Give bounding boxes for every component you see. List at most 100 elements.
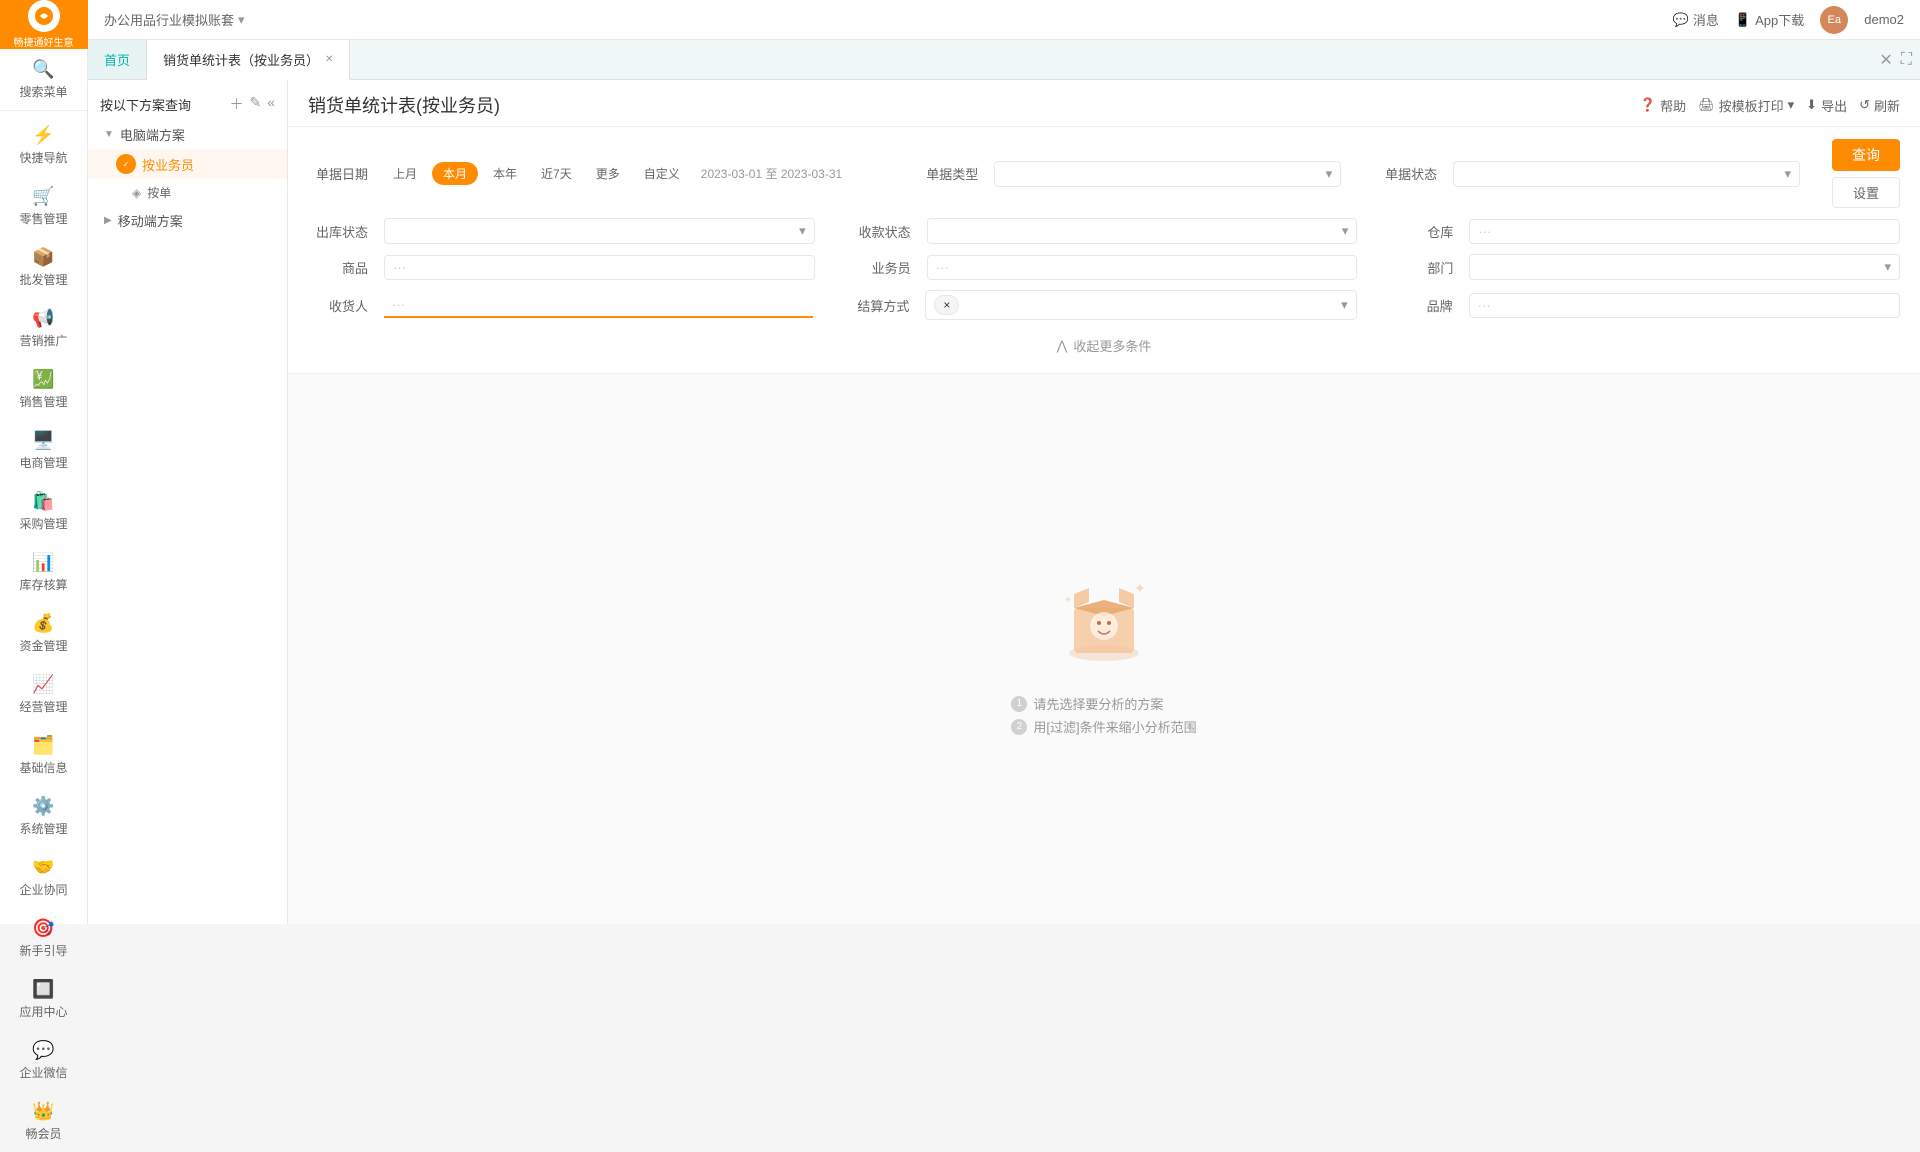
sidebar-item-operations[interactable]: 📈 经营管理 <box>0 664 88 725</box>
sidebar-item-basic[interactable]: 🗂️ 基础信息 <box>0 725 88 786</box>
filter-row-1: 单据日期 上月 本月 本年 近7天 更多 自定义 2023-03-01 至 20… <box>308 139 1900 208</box>
tip-num-1: 1 <box>1011 696 1027 712</box>
consignee-input[interactable]: ··· <box>384 293 813 318</box>
goods-dots: ··· <box>393 260 406 275</box>
tab-sales-stats[interactable]: 销货单统计表（按业务员） ✕ <box>147 40 350 80</box>
tip-num-2: 2 <box>1011 719 1027 735</box>
voucher-type-label: 单据类型 <box>918 164 978 183</box>
tab-close-all-btn[interactable]: ✕ <box>1879 50 1892 70</box>
tree-item-by-salesman[interactable]: ✓ 按业务员 <box>88 149 287 179</box>
tree-pc-scheme[interactable]: ▼ 电脑端方案 <box>88 120 287 149</box>
sidebar-item-wholesale[interactable]: 📦 批发管理 <box>0 237 88 298</box>
message-btn[interactable]: 💬 消息 <box>1673 10 1719 29</box>
quicknav-icon: ⚡ <box>32 125 54 146</box>
sidebar-item-system[interactable]: ⚙️ 系统管理 <box>0 786 88 847</box>
brand-label: 品牌 <box>1393 296 1453 315</box>
sidebar-item-newbie[interactable]: 🎯 新手引导 <box>0 908 88 969</box>
settings-button[interactable]: 设置 <box>1832 177 1900 208</box>
mobile-scheme-label: 移动端方案 <box>118 211 183 230</box>
avatar[interactable]: Ea <box>1820 6 1848 34</box>
voucher-type-arrow: ▾ <box>1326 166 1333 182</box>
home-tab-label: 首页 <box>104 50 130 69</box>
date-btn-last-month[interactable]: 上月 <box>384 162 426 185</box>
sidebar-item-wechat[interactable]: 💬 企业微信 <box>0 1030 88 1091</box>
settlement-tag: × <box>934 295 959 315</box>
filter-row-4: 收货人 ··· 结算方式 × ▾ 品牌 ··· <box>308 290 1900 320</box>
ecommerce-icon: 🖥️ <box>32 430 54 451</box>
sidebar-item-search[interactable]: 🔍 搜索菜单 <box>0 49 87 111</box>
tab-home[interactable]: 首页 <box>88 40 147 79</box>
payment-status-select[interactable]: ▾ <box>927 218 1358 244</box>
company-dropdown-icon[interactable]: ▾ <box>238 12 245 28</box>
sidebar-item-retail[interactable]: 🛒 零售管理 <box>0 176 88 237</box>
filter-row-2: 出库状态 ▾ 收款状态 ▾ 仓库 ··· <box>308 218 1900 244</box>
salesman-select[interactable]: ··· <box>927 255 1358 280</box>
date-btn-7days[interactable]: 近7天 <box>532 162 581 185</box>
operations-icon: 📈 <box>32 674 54 695</box>
wholesale-icon: 📦 <box>32 247 54 268</box>
tree-item-by-order[interactable]: ◈ 按单 <box>88 179 287 206</box>
tab-fullscreen-btn[interactable]: ⛶ <box>1901 51 1912 69</box>
warehouse-select[interactable]: ··· <box>1469 219 1900 244</box>
sidebar-item-sales[interactable]: 💹 销售管理 <box>0 359 88 420</box>
voucher-status-select[interactable]: ▾ <box>1453 161 1800 187</box>
message-icon: 💬 <box>1673 12 1689 28</box>
edit-scheme-btn[interactable]: ✎ <box>249 94 261 114</box>
date-btn-custom[interactable]: 自定义 <box>635 162 689 185</box>
goods-select[interactable]: ··· <box>384 255 815 280</box>
left-panel-header: 按以下方案查询 ＋ ✎ « <box>88 88 287 120</box>
system-icon: ⚙️ <box>32 796 54 817</box>
tree-mobile-scheme[interactable]: ▶ 移动端方案 <box>88 206 287 235</box>
print-dropdown-icon: ▾ <box>1788 97 1795 113</box>
filter-date-group: 上月 本月 本年 近7天 更多 自定义 2023-03-01 至 2023-03… <box>384 162 842 185</box>
refresh-btn[interactable]: ↺ 刷新 <box>1859 96 1900 115</box>
search-label: 搜索菜单 <box>19 83 67 100</box>
tab-close-btn[interactable]: ✕ <box>325 54 333 65</box>
sidebar-item-apps[interactable]: 🔲 应用中心 <box>0 969 88 1030</box>
empty-tip-1: 1 请先选择要分析的方案 <box>1011 694 1196 713</box>
left-panel: 按以下方案查询 ＋ ✎ « ▼ 电脑端方案 ✓ 按业务员 <box>88 80 288 924</box>
sales-icon: 💹 <box>32 369 54 390</box>
template-print-btn[interactable]: 🖨 按模板打印 ▾ <box>1698 96 1794 115</box>
logo-text: 畅捷通好生意 <box>14 34 74 49</box>
filter-area: 单据日期 上月 本月 本年 近7天 更多 自定义 2023-03-01 至 20… <box>288 127 1920 374</box>
query-button[interactable]: 查询 <box>1832 139 1900 171</box>
sidebar-item-purchase[interactable]: 🛍️ 采购管理 <box>0 481 88 542</box>
app-download-btn[interactable]: 📱 App下载 <box>1735 10 1804 29</box>
department-select[interactable]: ▾ <box>1469 254 1900 280</box>
add-scheme-btn[interactable]: ＋ <box>229 94 243 114</box>
page-header: 销货单统计表(按业务员) ❓ 帮助 🖨 按模板打印 ▾ ⬇ 导出 <box>288 80 1920 127</box>
export-btn[interactable]: ⬇ 导出 <box>1806 96 1847 115</box>
date-btn-this-year[interactable]: 本年 <box>484 162 526 185</box>
content-area: 按以下方案查询 ＋ ✎ « ▼ 电脑端方案 ✓ 按业务员 <box>88 80 1920 924</box>
sidebar-item-enterprise[interactable]: 🤝 企业协同 <box>0 847 88 908</box>
sidebar-item-inventory[interactable]: 📊 库存核算 <box>0 542 88 603</box>
settlement-label: 结算方式 <box>849 296 909 315</box>
sidebar-item-marketing[interactable]: 📢 营销推广 <box>0 298 88 359</box>
voucher-status-label: 单据状态 <box>1377 164 1437 183</box>
date-btn-this-month[interactable]: 本月 <box>432 162 478 185</box>
sidebar-item-finance[interactable]: 💰 资金管理 <box>0 603 88 664</box>
help-btn[interactable]: ❓ 帮助 <box>1640 96 1686 115</box>
sidebar-item-member[interactable]: 👑 畅会员 <box>0 1091 88 1152</box>
left-panel-actions: ＋ ✎ « <box>229 94 275 114</box>
help-label: 帮助 <box>1660 96 1686 115</box>
brand-select[interactable]: ··· <box>1469 293 1900 318</box>
sidebar-item-ecommerce[interactable]: 🖥️ 电商管理 <box>0 420 88 481</box>
collapse-btn[interactable]: ⋀ 收起更多条件 <box>308 330 1900 361</box>
out-status-select[interactable]: ▾ <box>384 218 815 244</box>
search-icon: 🔍 <box>32 59 54 80</box>
collapse-panel-btn[interactable]: « <box>267 94 275 114</box>
marketing-icon: 📢 <box>32 308 54 329</box>
sidebar-item-quicknav[interactable]: ⚡ 快捷导航 <box>0 115 88 176</box>
out-status-label: 出库状态 <box>308 222 368 241</box>
date-btn-more[interactable]: 更多 <box>587 162 629 185</box>
tip-text-1: 请先选择要分析的方案 <box>1033 694 1163 713</box>
settlement-select[interactable]: × ▾ <box>925 290 1356 320</box>
voucher-type-select[interactable]: ▾ <box>994 161 1341 187</box>
app-logo[interactable]: 畅捷通好生意 <box>0 0 88 49</box>
salesman-dots: ··· <box>936 260 949 275</box>
empty-content: ✦ ✦ 1 请先选择要分析的方案 2 用[过滤]条件来缩小分析范围 <box>1011 558 1196 740</box>
system-label: 系统管理 <box>19 820 67 837</box>
order-icon: ◈ <box>132 186 141 200</box>
